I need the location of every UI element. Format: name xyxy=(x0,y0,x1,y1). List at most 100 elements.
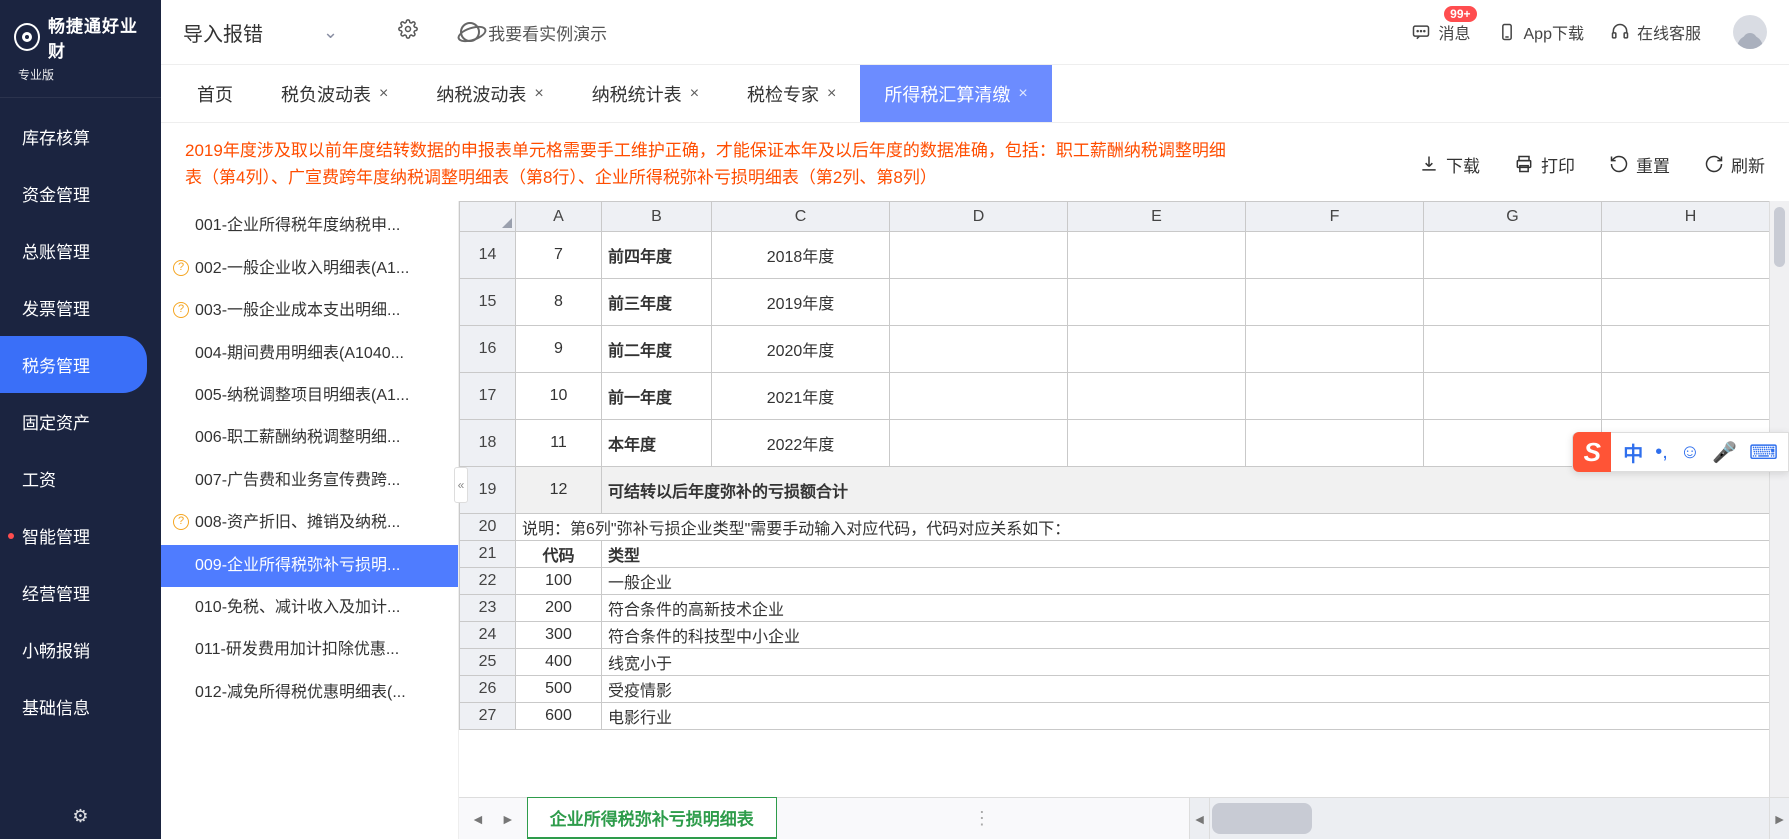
cell[interactable]: 符合条件的科技型中小企业 xyxy=(602,622,1780,649)
cell[interactable]: 17 xyxy=(460,373,516,420)
cell[interactable]: 7 xyxy=(516,232,602,279)
col-header-f[interactable]: F xyxy=(1246,202,1424,232)
cell[interactable]: 符合条件的高新技术企业 xyxy=(602,595,1780,622)
cell[interactable] xyxy=(1602,373,1780,420)
close-icon[interactable]: × xyxy=(379,85,388,103)
sheet-prev-icon[interactable]: ◄ xyxy=(471,811,485,827)
col-header-e[interactable]: E xyxy=(1068,202,1246,232)
scroll-left-icon[interactable]: ◄ xyxy=(1190,798,1210,839)
report-item-012[interactable]: 012-减免所得税优惠明细表(... xyxy=(161,672,458,714)
sheet-menu-icon[interactable]: ⋮ xyxy=(777,798,1189,839)
cell[interactable] xyxy=(1246,373,1424,420)
col-header-c[interactable]: C xyxy=(712,202,890,232)
cell[interactable]: 10 xyxy=(516,373,602,420)
cell[interactable]: 本年度 xyxy=(602,420,712,467)
sidebar-item-inventory[interactable]: 库存核算 xyxy=(0,108,161,165)
print-button[interactable]: 打印 xyxy=(1514,152,1575,177)
reset-button[interactable]: 重置 xyxy=(1609,152,1670,177)
cell[interactable]: 300 xyxy=(516,622,602,649)
cell[interactable]: 8 xyxy=(516,279,602,326)
col-header-b[interactable]: B xyxy=(602,202,712,232)
tab-home[interactable]: 首页 xyxy=(173,65,257,122)
sidebar-item-invoice[interactable]: 发票管理 xyxy=(0,279,161,336)
cell[interactable]: 代码 xyxy=(516,541,602,568)
collapse-handle[interactable]: « xyxy=(454,467,468,503)
vertical-scrollbar[interactable] xyxy=(1769,201,1789,797)
cell[interactable]: 24 xyxy=(460,622,516,649)
sidebar-item-smart[interactable]: 智能管理 xyxy=(0,507,161,564)
cell[interactable] xyxy=(1246,326,1424,373)
customer-service-button[interactable]: 在线客服 xyxy=(1610,20,1701,44)
cell[interactable]: 受疫情影 xyxy=(602,676,1780,703)
cell[interactable] xyxy=(890,232,1068,279)
cell[interactable] xyxy=(1424,279,1602,326)
cell[interactable]: 12 xyxy=(516,467,602,514)
sidebar-item-ledger[interactable]: 总账管理 xyxy=(0,222,161,279)
horizontal-scrollbar[interactable]: ◄ ► xyxy=(1189,798,1789,839)
cell[interactable] xyxy=(890,420,1068,467)
sidebar-item-salary[interactable]: 工资 xyxy=(0,450,161,507)
demo-link[interactable]: 我要看实例演示 xyxy=(460,20,607,45)
cell[interactable]: 100 xyxy=(516,568,602,595)
ime-emoji-icon[interactable]: ☺ xyxy=(1680,441,1700,464)
cell[interactable]: 22 xyxy=(460,568,516,595)
cell[interactable]: 一般企业 xyxy=(602,568,1780,595)
cell[interactable]: 前一年度 xyxy=(602,373,712,420)
close-icon[interactable]: × xyxy=(1018,85,1027,103)
cell[interactable] xyxy=(1068,326,1246,373)
cell[interactable]: 2022年度 xyxy=(712,420,890,467)
col-header-g[interactable]: G xyxy=(1424,202,1602,232)
sheet-tab[interactable]: 企业所得税弥补亏损明细表 xyxy=(527,797,777,839)
tab-tax-burden[interactable]: 税负波动表× xyxy=(257,65,412,122)
cell[interactable]: 15 xyxy=(460,279,516,326)
cell[interactable]: 说明：第6列"弥补亏损企业类型"需要手动输入对应代码，代码对应关系如下： xyxy=(516,514,1780,541)
chevron-down-icon[interactable]: ⌄ xyxy=(283,22,378,43)
sidebar-item-expense[interactable]: 小畅报销 xyxy=(0,621,161,678)
cell[interactable] xyxy=(1068,279,1246,326)
col-header-h[interactable]: H xyxy=(1602,202,1780,232)
select-all-corner[interactable] xyxy=(460,202,516,232)
cell[interactable] xyxy=(1246,232,1424,279)
close-icon[interactable]: × xyxy=(690,85,699,103)
col-header-d[interactable]: D xyxy=(890,202,1068,232)
report-item-002[interactable]: ?002-一般企业收入明细表(A1... xyxy=(161,248,458,290)
cell[interactable] xyxy=(890,326,1068,373)
sidebar-item-basic[interactable]: 基础信息 xyxy=(0,678,161,735)
cell[interactable]: 类型 xyxy=(602,541,1780,568)
cell[interactable]: 2021年度 xyxy=(712,373,890,420)
cell[interactable]: 500 xyxy=(516,676,602,703)
cell[interactable]: 前二年度 xyxy=(602,326,712,373)
cell[interactable]: 前三年度 xyxy=(602,279,712,326)
settings-gear-icon[interactable]: ⚙ xyxy=(72,806,88,826)
ime-language[interactable]: 中 xyxy=(1623,438,1643,467)
cell[interactable]: 11 xyxy=(516,420,602,467)
report-item-007[interactable]: 007-广告费和业务宣传费跨... xyxy=(161,460,458,502)
cell[interactable]: 2019年度 xyxy=(712,279,890,326)
cell[interactable]: 线宽小于 xyxy=(602,649,1780,676)
report-item-009[interactable]: 009-企业所得税弥补亏损明... xyxy=(161,545,458,587)
report-item-006[interactable]: 006-职工薪酬纳税调整明细... xyxy=(161,417,458,459)
sidebar-item-asset[interactable]: 固定资产 xyxy=(0,393,161,450)
cell[interactable] xyxy=(1424,373,1602,420)
cell[interactable]: 25 xyxy=(460,649,516,676)
cell[interactable]: 2020年度 xyxy=(712,326,890,373)
report-item-005[interactable]: 005-纳税调整项目明细表(A1... xyxy=(161,375,458,417)
cell[interactable]: 2018年度 xyxy=(712,232,890,279)
sheet-next-icon[interactable]: ► xyxy=(501,811,515,827)
report-item-001[interactable]: 001-企业所得税年度纳税申... xyxy=(161,205,458,247)
download-button[interactable]: 下载 xyxy=(1419,152,1480,177)
cell[interactable]: 23 xyxy=(460,595,516,622)
cell[interactable] xyxy=(1246,279,1424,326)
cell[interactable]: 26 xyxy=(460,676,516,703)
cell[interactable]: 400 xyxy=(516,649,602,676)
cell[interactable] xyxy=(1068,373,1246,420)
app-download-button[interactable]: App下载 xyxy=(1497,20,1584,44)
close-icon[interactable]: × xyxy=(827,85,836,103)
cell[interactable]: 27 xyxy=(460,703,516,730)
sidebar-item-business[interactable]: 经营管理 xyxy=(0,564,161,621)
cell[interactable] xyxy=(1424,232,1602,279)
scroll-right-icon[interactable]: ► xyxy=(1769,798,1789,839)
cell[interactable]: 200 xyxy=(516,595,602,622)
cell[interactable] xyxy=(1246,420,1424,467)
cell[interactable]: 21 xyxy=(460,541,516,568)
